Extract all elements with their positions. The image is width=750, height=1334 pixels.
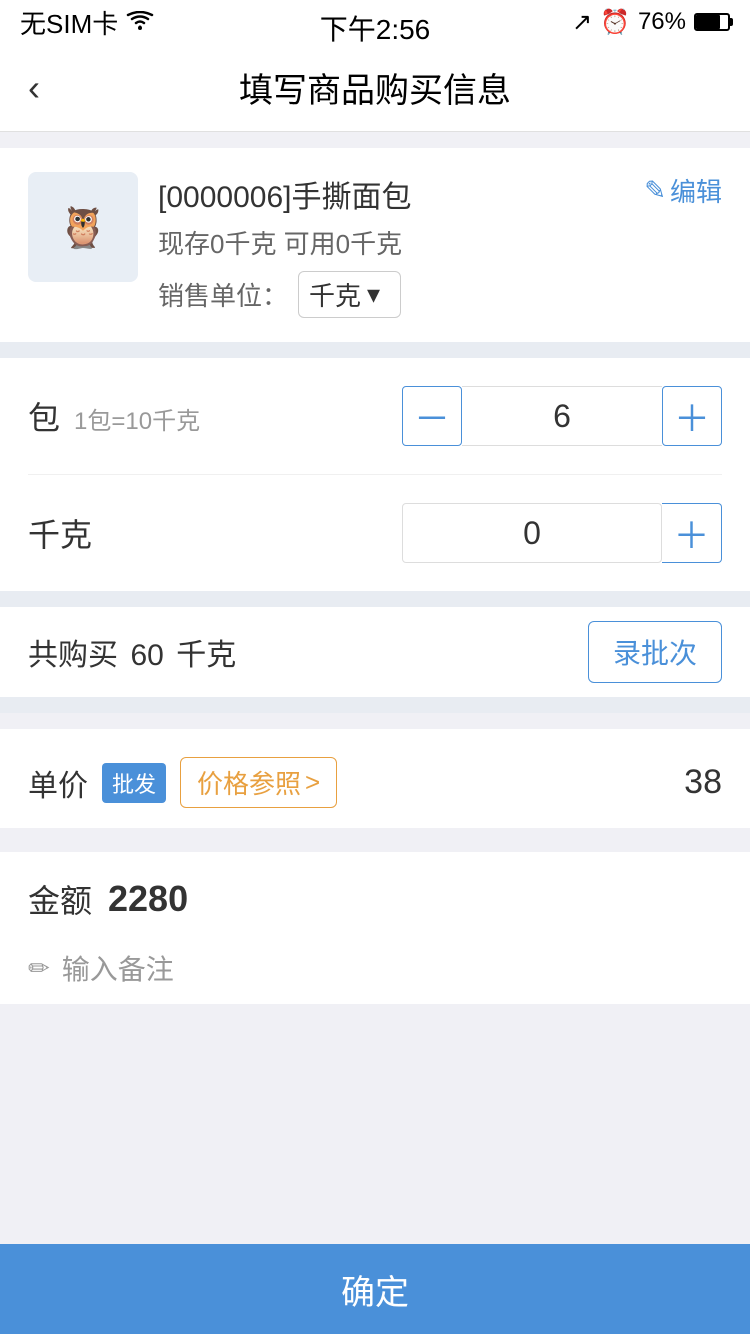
unit-value: 千克 [309,276,361,313]
pack-plus-button[interactable]: ＋ [662,386,722,446]
confirm-bar[interactable]: 确定 [0,1244,750,1334]
product-logo: 🦉 [58,204,108,251]
price-label: 单价 [28,761,88,805]
summary-section: 共购买 60 千克 录批次 [0,607,750,697]
quantity-section: 包 1包=10千克 － ＋ 千克 ＋ [0,358,750,591]
page-title: 填写商品购买信息 [239,63,511,112]
status-right: ↗ ⏰ 76% [572,8,730,37]
battery-percentage: 76% [638,8,686,36]
status-time: 下午2:56 [320,8,431,48]
remark-row[interactable]: ✏ 输入备注 [28,932,722,1004]
pack-input[interactable] [462,386,662,446]
product-image: 🦉 [28,172,138,282]
alarm-icon: ⏰ [600,8,630,37]
pack-label-group: 包 1包=10千克 [28,393,200,439]
confirm-button[interactable]: 确定 [341,1265,409,1314]
price-left: 单价 批发 价格参照 > [28,757,337,808]
batch-button[interactable]: 录批次 [588,621,722,683]
pack-quantity-row: 包 1包=10千克 － ＋ [28,358,722,475]
price-ref-button[interactable]: 价格参照 > [180,757,337,808]
dropdown-icon: ▾ [367,279,380,310]
kg-input[interactable] [402,503,662,563]
amount-label: 金额 [28,876,92,922]
price-ref-label: 价格参照 [197,764,301,801]
kg-plus-button[interactable]: ＋ [662,503,722,563]
kg-control: ＋ [402,503,722,563]
kg-label-group: 千克 [28,510,92,556]
amount-section: 金额 2280 ✏ 输入备注 [0,828,750,1004]
wifi-icon [126,7,154,38]
remark-icon: ✏ [28,953,50,984]
product-top: [0000006]手撕面包 ✎ 编辑 [158,172,722,216]
edit-icon: ✎ [644,175,666,206]
back-button[interactable]: ‹ [28,67,40,109]
unit-label: 销售单位： [158,276,288,313]
amount-row: 金额 2280 [28,876,722,922]
pack-label: 包 [28,393,60,439]
divider-1 [0,342,750,358]
empty-space [0,1004,750,1284]
unit-select[interactable]: 千克 ▾ [298,271,401,318]
location-icon: ↗ [572,8,592,37]
price-ref-arrow: > [305,767,320,798]
kg-label: 千克 [28,510,92,556]
battery-icon [694,13,730,31]
pack-hint: 1包=10千克 [74,401,200,436]
carrier-label: 无SIM卡 [20,4,118,41]
amount-value: 2280 [108,878,188,920]
price-value: 38 [684,763,722,802]
summary-prefix: 共购买 [28,639,118,672]
pack-minus-button[interactable]: － [402,386,462,446]
product-name: [0000006]手撕面包 [158,172,634,216]
edit-label: 编辑 [670,172,722,209]
edit-button[interactable]: ✎ 编辑 [644,172,722,209]
product-stock: 现存0千克 可用0千克 [158,224,722,261]
product-unit-row: 销售单位： 千克 ▾ [158,271,722,318]
price-row: 单价 批发 价格参照 > 38 [28,757,722,808]
divider-2 [0,591,750,607]
pack-control: － ＋ [402,386,722,446]
nav-bar: ‹ 填写商品购买信息 [0,44,750,132]
kg-quantity-row: 千克 ＋ [28,475,722,591]
summary-unit: 千克 [176,639,236,672]
divider-3 [0,697,750,713]
price-tag: 批发 [102,763,166,803]
summary-text: 共购买 60 千克 [28,630,236,674]
product-info: [0000006]手撕面包 ✎ 编辑 现存0千克 可用0千克 销售单位： 千克 … [158,172,722,318]
summary-amount: 60 [130,639,163,672]
product-card: 🦉 [0000006]手撕面包 ✎ 编辑 现存0千克 可用0千克 销售单位： 千… [0,148,750,342]
price-section: 单价 批发 价格参照 > 38 [0,729,750,828]
remark-placeholder: 输入备注 [62,948,174,988]
status-left: 无SIM卡 [20,4,154,41]
status-bar: 无SIM卡 下午2:56 ↗ ⏰ 76% [0,0,750,44]
